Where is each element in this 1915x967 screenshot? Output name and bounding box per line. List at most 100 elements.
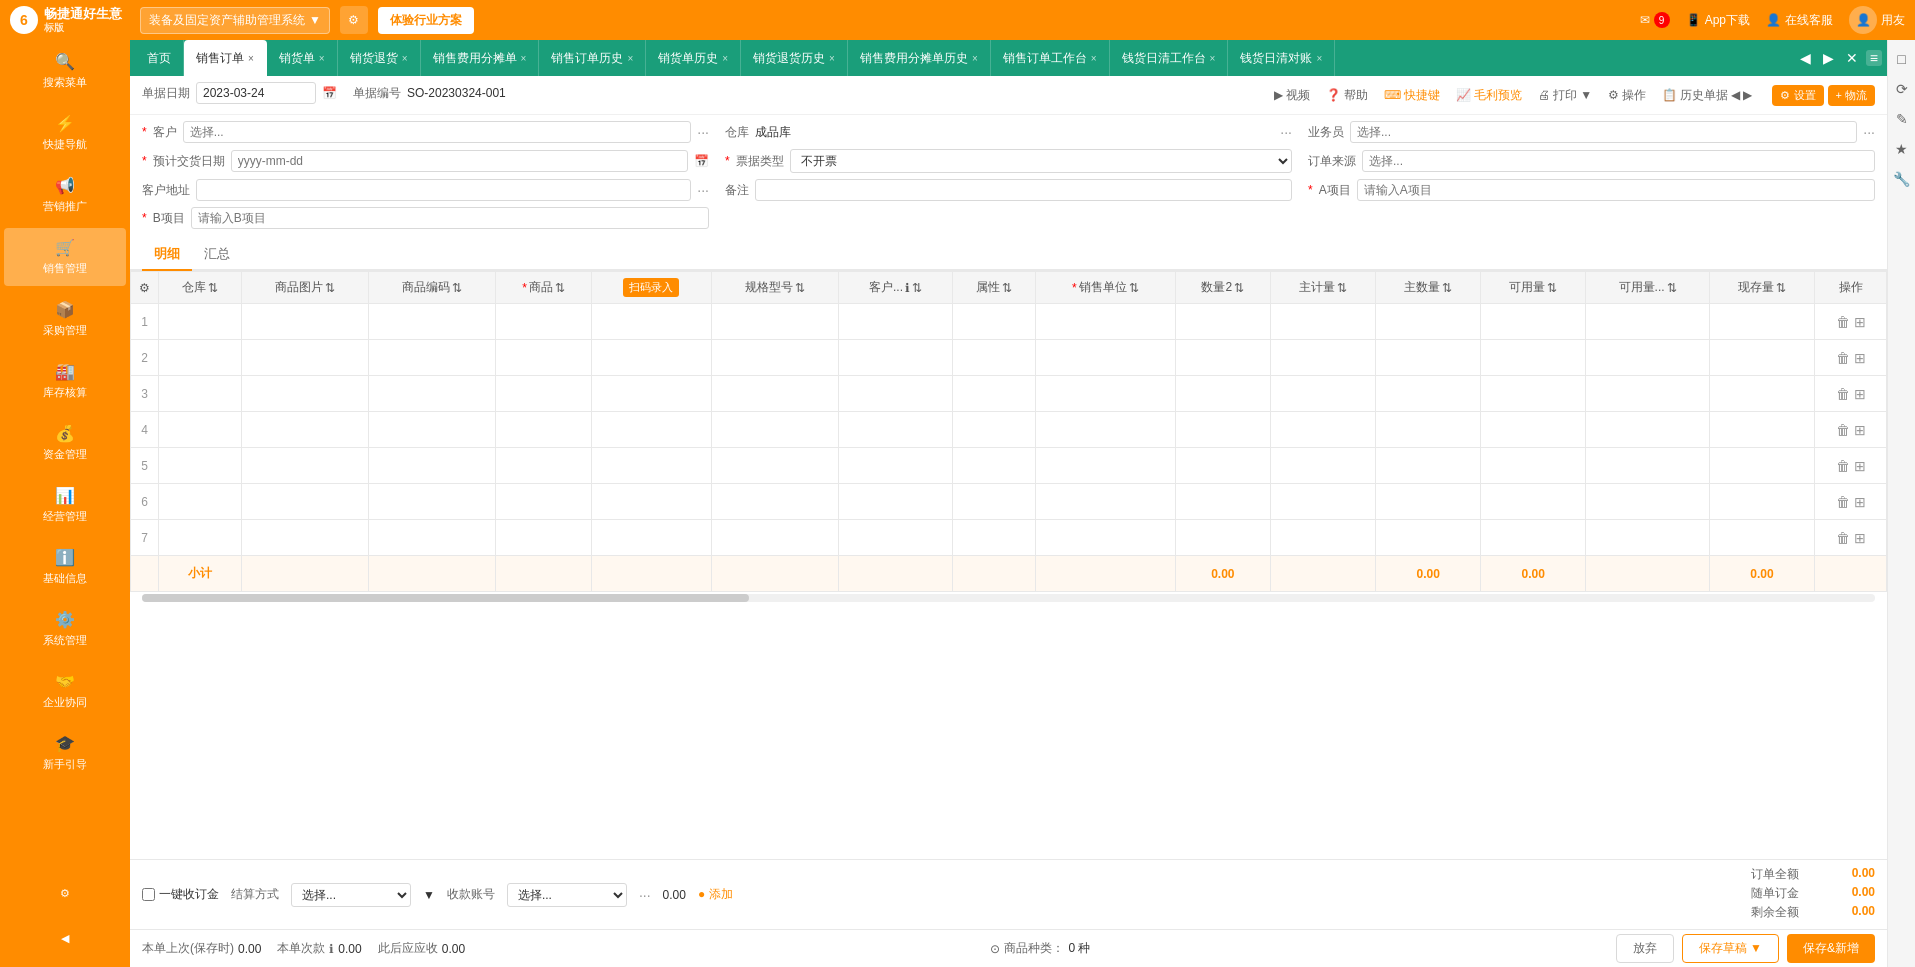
tab-cash-reconcile[interactable]: 钱货日清对账 × [1228, 40, 1335, 76]
row-4-delete-icon[interactable]: 🗑 [1836, 422, 1850, 438]
th-customer-code[interactable]: 客户...ℹ⇅ [838, 272, 952, 304]
row-2-image[interactable] [241, 340, 368, 376]
tab-close-icon-5[interactable]: × [627, 53, 633, 64]
row-1-delete-icon[interactable]: 🗑 [1836, 314, 1850, 330]
account-select[interactable]: 选择... [507, 883, 627, 907]
row-2-delete-icon[interactable]: 🗑 [1836, 350, 1850, 366]
row-2-unit[interactable] [1036, 340, 1176, 376]
tab-close-icon-4[interactable]: × [521, 53, 527, 64]
row-3-delete-icon[interactable]: 🗑 [1836, 386, 1850, 402]
tab-fee-history[interactable]: 销售费用分摊单历史 × [848, 40, 991, 76]
th-scan[interactable]: 扫码录入 [591, 272, 711, 304]
row-1-main-qty[interactable] [1376, 304, 1481, 340]
row-1-attr[interactable] [953, 304, 1036, 340]
column-settings-icon[interactable]: ⚙ [139, 281, 150, 295]
sidebar-item-search[interactable]: 🔍 搜索菜单 [4, 42, 126, 100]
tab-return-history[interactable]: 销货退货历史 × [741, 40, 848, 76]
th-available[interactable]: 可用量⇅ [1481, 272, 1586, 304]
row-2-main-qty[interactable] [1376, 340, 1481, 376]
tab-prev-btn[interactable]: ◀ [1796, 50, 1815, 66]
th-unit[interactable]: *销售单位⇅ [1036, 272, 1176, 304]
profit-btn[interactable]: 📈 毛利预览 [1452, 85, 1526, 106]
sidebar-item-inventory[interactable]: 🏭 库存核算 [4, 352, 126, 410]
tab-close-icon-9[interactable]: × [1091, 53, 1097, 64]
project-a-input[interactable] [1357, 179, 1875, 201]
tab-menu-btn[interactable]: ≡ [1866, 50, 1882, 66]
tab-close-icon-11[interactable]: × [1316, 53, 1322, 64]
app-download-btn[interactable]: 📱 App下载 [1686, 12, 1750, 29]
row-5-copy-icon[interactable]: ⊞ [1854, 458, 1866, 474]
row-6-copy-icon[interactable]: ⊞ [1854, 494, 1866, 510]
right-panel-btn-5[interactable]: 🔧 [1891, 168, 1913, 190]
tab-fee-split[interactable]: 销售费用分摊单 × [421, 40, 540, 76]
tab-close-all-btn[interactable]: ✕ [1842, 50, 1862, 66]
sidebar-item-purchase[interactable]: 📦 采购管理 [4, 290, 126, 348]
tab-close-icon-10[interactable]: × [1210, 53, 1216, 64]
sidebar-item-quicknav[interactable]: ⚡ 快捷导航 [4, 104, 126, 162]
row-2-available[interactable] [1481, 340, 1586, 376]
tab-order-workbench[interactable]: 销售订单工作台 × [991, 40, 1110, 76]
row-3-copy-icon[interactable]: ⊞ [1854, 386, 1866, 402]
row-2-scan[interactable] [591, 340, 711, 376]
one-click-settlement-checkbox[interactable]: 一键收订金 [142, 886, 219, 903]
save-draft-dropdown-icon[interactable]: ▼ [1750, 941, 1762, 955]
tab-close-icon-6[interactable]: × [722, 53, 728, 64]
add-btn[interactable]: ● 添加 [698, 886, 733, 903]
row-1-spec[interactable] [711, 304, 838, 340]
th-main-qty[interactable]: 主数量⇅ [1376, 272, 1481, 304]
inner-tab-detail[interactable]: 明细 [142, 239, 192, 271]
save-new-btn[interactable]: 保存&新增 [1787, 934, 1875, 963]
print-btn[interactable]: 🖨 打印 ▼ [1534, 85, 1596, 106]
row-1-available[interactable] [1481, 304, 1586, 340]
customer-more-icon[interactable]: ··· [697, 124, 709, 140]
help-btn[interactable]: ❓ 帮助 [1322, 85, 1372, 106]
sidebar-item-sales[interactable]: 🛒 销售管理 [4, 228, 126, 286]
row-1-code[interactable] [369, 304, 496, 340]
row-1-product[interactable] [496, 304, 591, 340]
tab-sales-return[interactable]: 销货退货 × [338, 40, 421, 76]
one-click-checkbox[interactable] [142, 888, 155, 901]
operation-btn[interactable]: ⚙ 操作 [1604, 85, 1650, 106]
th-attr[interactable]: 属性⇅ [953, 272, 1036, 304]
message-btn[interactable]: ✉ 9 [1640, 12, 1670, 28]
invoice-select[interactable]: 不开票 [790, 149, 1292, 173]
row-1-unit[interactable] [1036, 304, 1176, 340]
row-1-main-unit[interactable] [1270, 304, 1375, 340]
row-2-spec[interactable] [711, 340, 838, 376]
tab-home[interactable]: 首页 [135, 40, 184, 76]
th-main-unit[interactable]: 主计量⇅ [1270, 272, 1375, 304]
row-2-code[interactable] [369, 340, 496, 376]
th-product[interactable]: *商品⇅ [496, 272, 591, 304]
th-image[interactable]: 商品图片⇅ [241, 272, 368, 304]
row-1-current-stock[interactable] [1709, 304, 1814, 340]
row-7-delete-icon[interactable]: 🗑 [1836, 530, 1850, 546]
tab-close-icon-2[interactable]: × [319, 53, 325, 64]
tab-order-history[interactable]: 销售订单历史 × [539, 40, 646, 76]
tab-close-icon-3[interactable]: × [402, 53, 408, 64]
tab-sales-order[interactable]: 销售订单 × [184, 40, 267, 76]
account-more-icon[interactable]: ··· [639, 887, 651, 903]
right-panel-btn-1[interactable]: □ [1891, 48, 1913, 70]
row-2-customer-code[interactable] [838, 340, 952, 376]
row-2-current-stock[interactable] [1709, 340, 1814, 376]
th-spec[interactable]: 规格型号⇅ [711, 272, 838, 304]
row-2-product[interactable] [496, 340, 591, 376]
payment-method-select[interactable]: 选择... [291, 883, 411, 907]
user-menu[interactable]: 👤 用友 [1849, 6, 1905, 34]
delivery-date-input[interactable] [231, 150, 688, 172]
settings-orange-btn[interactable]: ⚙ 设置 [1772, 85, 1823, 106]
th-current-stock[interactable]: 现存量⇅ [1709, 272, 1814, 304]
right-panel-btn-4[interactable]: ★ [1891, 138, 1913, 160]
tab-cash-workbench[interactable]: 钱货日清工作台 × [1110, 40, 1229, 76]
row-2-warehouse[interactable] [159, 340, 242, 376]
th-available2[interactable]: 可用量...⇅ [1586, 272, 1710, 304]
th-code[interactable]: 商品编码⇅ [369, 272, 496, 304]
row-1-warehouse[interactable] [159, 304, 242, 340]
th-qty2[interactable]: 数量2⇅ [1175, 272, 1270, 304]
shortcut-btn[interactable]: ⌨ 快捷键 [1380, 85, 1444, 106]
salesman-more-icon[interactable]: ··· [1863, 124, 1875, 140]
view-video-btn[interactable]: ▶ 视频 [1270, 85, 1314, 106]
salesman-input[interactable] [1350, 121, 1857, 143]
warehouse-more-icon[interactable]: ··· [1280, 124, 1292, 140]
add-material-btn[interactable]: + 物流 [1828, 85, 1875, 106]
